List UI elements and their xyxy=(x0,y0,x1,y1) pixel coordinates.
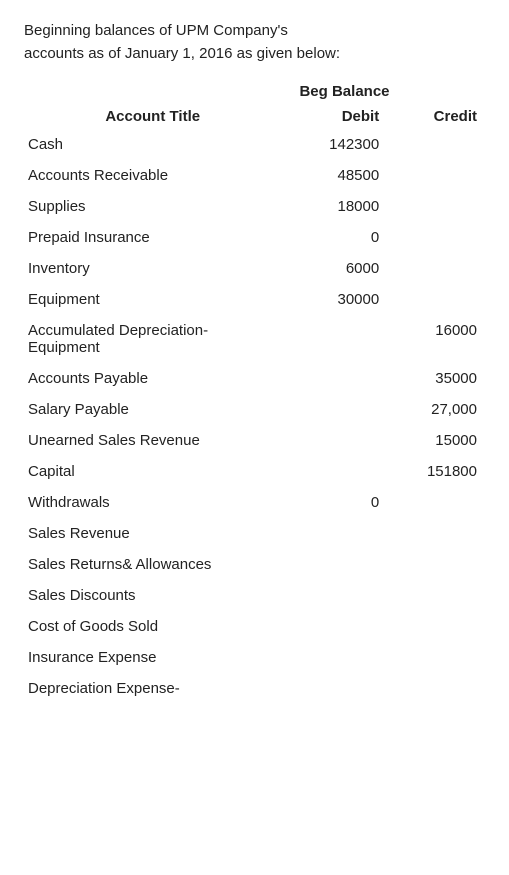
cell-account: Depreciation Expense- xyxy=(24,673,289,704)
cell-account: Capital xyxy=(24,456,289,487)
cell-debit: 48500 xyxy=(289,160,387,191)
cell-debit: 6000 xyxy=(289,253,387,284)
cell-account: Sales Returns& Allowances xyxy=(24,549,289,580)
cell-debit xyxy=(289,580,387,611)
cell-credit: 15000 xyxy=(387,425,485,456)
col-header-debit: Debit xyxy=(289,104,387,129)
cell-credit xyxy=(387,518,485,549)
cell-account: Prepaid Insurance xyxy=(24,222,289,253)
cell-credit xyxy=(387,673,485,704)
table-row: Accounts Payable 35000 xyxy=(24,363,485,394)
cell-debit: 142300 xyxy=(289,129,387,160)
cell-credit xyxy=(387,129,485,160)
table-row: Sales Revenue xyxy=(24,518,485,549)
cell-debit xyxy=(289,673,387,704)
cell-debit xyxy=(289,363,387,394)
cell-account: Cash xyxy=(24,129,289,160)
cell-credit xyxy=(387,580,485,611)
cell-credit xyxy=(387,284,485,315)
cell-debit xyxy=(289,549,387,580)
cell-account: Supplies xyxy=(24,191,289,222)
col-header-account: Account Title xyxy=(24,104,289,129)
table-row: Unearned Sales Revenue 15000 xyxy=(24,425,485,456)
cell-debit xyxy=(289,425,387,456)
cell-account: Sales Revenue xyxy=(24,518,289,549)
cell-account: Unearned Sales Revenue xyxy=(24,425,289,456)
cell-account: Accounts Payable xyxy=(24,363,289,394)
cell-debit xyxy=(289,518,387,549)
table-row: Equipment30000 xyxy=(24,284,485,315)
cell-credit xyxy=(387,611,485,642)
cell-credit xyxy=(387,549,485,580)
table-row: Accounts Receivable48500 xyxy=(24,160,485,191)
cell-debit xyxy=(289,315,387,363)
cell-credit xyxy=(387,191,485,222)
table-row: Capital 151800 xyxy=(24,456,485,487)
cell-debit xyxy=(289,642,387,673)
cell-debit xyxy=(289,456,387,487)
cell-account: Accounts Receivable xyxy=(24,160,289,191)
cell-credit xyxy=(387,487,485,518)
cell-account: Equipment xyxy=(24,284,289,315)
cell-account: Withdrawals xyxy=(24,487,289,518)
cell-credit: 16000 xyxy=(387,315,485,363)
table-row: Cost of Goods Sold xyxy=(24,611,485,642)
table-row: Cash142300 xyxy=(24,129,485,160)
beg-balance-header: Beg Balance xyxy=(24,83,485,100)
cell-account: Cost of Goods Sold xyxy=(24,611,289,642)
cell-credit: 35000 xyxy=(387,363,485,394)
cell-account: Salary Payable xyxy=(24,394,289,425)
col-header-credit: Credit xyxy=(387,104,485,129)
cell-credit: 151800 xyxy=(387,456,485,487)
table-row: Prepaid Insurance0 xyxy=(24,222,485,253)
cell-credit xyxy=(387,253,485,284)
cell-debit: 30000 xyxy=(289,284,387,315)
table-row: Sales Discounts xyxy=(24,580,485,611)
intro-line2: accounts as of January 1, 2016 as given … xyxy=(24,45,340,62)
cell-account: Inventory xyxy=(24,253,289,284)
table-row: Withdrawals0 xyxy=(24,487,485,518)
cell-credit xyxy=(387,222,485,253)
cell-account: Sales Discounts xyxy=(24,580,289,611)
table-row: Supplies18000 xyxy=(24,191,485,222)
cell-credit xyxy=(387,642,485,673)
cell-account: Insurance Expense xyxy=(24,642,289,673)
cell-debit xyxy=(289,394,387,425)
accounts-table: Account Title Debit Credit Cash142300Acc… xyxy=(24,104,485,704)
cell-account: Accumulated Depreciation-Equipment xyxy=(24,315,289,363)
cell-debit: 18000 xyxy=(289,191,387,222)
cell-debit: 0 xyxy=(289,222,387,253)
table-row: Salary Payable 27,000 xyxy=(24,394,485,425)
table-row: Sales Returns& Allowances xyxy=(24,549,485,580)
table-row: Inventory6000 xyxy=(24,253,485,284)
intro-line1: Beginning balances of UPM Company's xyxy=(24,22,288,39)
cell-credit: 27,000 xyxy=(387,394,485,425)
table-row: Accumulated Depreciation-Equipment 16000 xyxy=(24,315,485,363)
table-row: Insurance Expense xyxy=(24,642,485,673)
table-row: Depreciation Expense- xyxy=(24,673,485,704)
intro-paragraph: Beginning balances of UPM Company's acco… xyxy=(24,20,485,65)
cell-debit: 0 xyxy=(289,487,387,518)
cell-debit xyxy=(289,611,387,642)
cell-credit xyxy=(387,160,485,191)
